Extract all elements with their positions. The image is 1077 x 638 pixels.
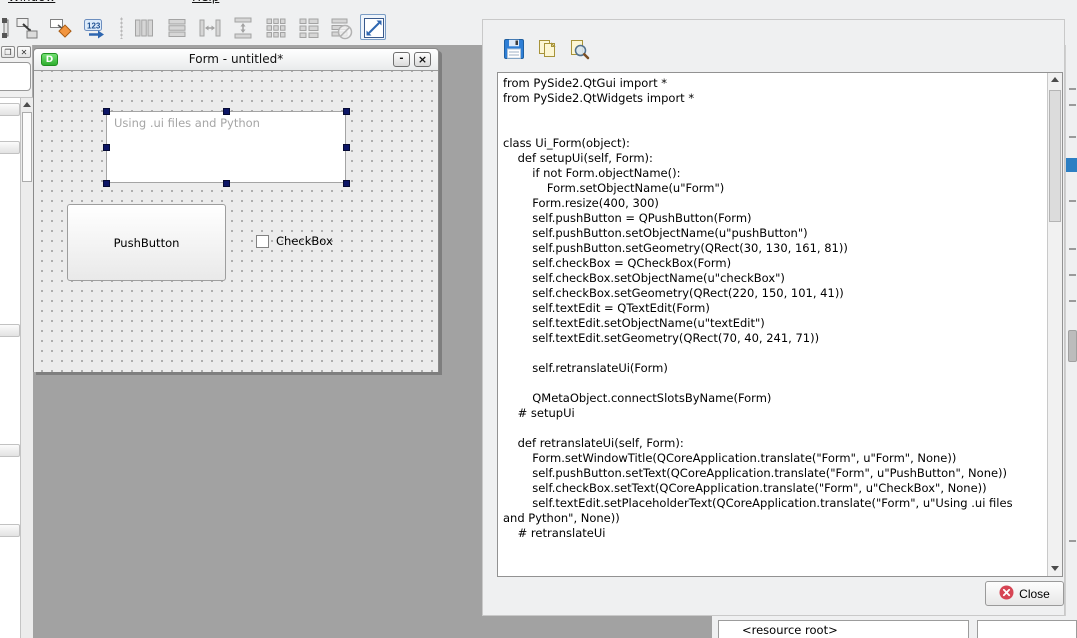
edit-buddies-icon <box>49 16 71 40</box>
scroll-up-icon <box>23 102 31 107</box>
form-window-title: Form - untitled* <box>34 52 438 66</box>
form-minimize-button[interactable]: - <box>393 52 410 67</box>
layout-horizontal-button[interactable] <box>130 14 156 40</box>
widget-category-header[interactable] <box>0 324 20 337</box>
scroll-up-button[interactable] <box>1048 73 1062 87</box>
adjust-size-button[interactable] <box>360 14 386 40</box>
resource-tree: <resource root> <box>718 620 969 638</box>
selection-handle-top-right[interactable] <box>343 108 350 115</box>
selection-handle-top-middle[interactable] <box>223 108 230 115</box>
edit-buddies-button[interactable] <box>47 14 73 40</box>
scrollbar-thumb[interactable] <box>22 112 32 182</box>
code-scrollbar-thumb[interactable] <box>1049 90 1061 222</box>
code-view[interactable]: from PySide2.QtGui import * from PySide2… <box>497 72 1063 577</box>
resource-detail-pane <box>977 620 1077 638</box>
textedit-widget[interactable]: Using .ui files and Python <box>106 111 346 183</box>
copy-button[interactable] <box>533 35 560 62</box>
widget-box-float-button[interactable]: ❐ <box>1 46 15 58</box>
edit-widgets-button[interactable] <box>0 14 10 40</box>
layout-vertical-icon <box>165 16 187 40</box>
scroll-down-icon <box>1051 566 1059 571</box>
edit-signals-slots-icon <box>15 16 37 40</box>
find-button[interactable] <box>565 35 592 62</box>
tree-branch-mark <box>1069 274 1076 276</box>
selection-handle-bottom-middle[interactable] <box>223 180 230 187</box>
selected-row-highlight[interactable] <box>1066 158 1077 172</box>
layout-form-icon <box>297 16 319 40</box>
edit-tab-order-button[interactable]: 123 <box>81 14 107 40</box>
tree-branch-mark <box>1069 88 1076 90</box>
selection-handle-bottom-right[interactable] <box>343 180 350 187</box>
tree-branch-mark <box>1069 540 1076 542</box>
close-button-label: Close <box>1019 587 1050 601</box>
code-scrollbar[interactable] <box>1047 73 1062 576</box>
adjust-size-icon <box>362 16 384 40</box>
form-window: D Form - untitled* - × Using .ui files a… <box>33 48 439 372</box>
copy-icon <box>535 49 559 64</box>
selection-handle-top-left[interactable] <box>103 108 110 115</box>
layout-vertical-button[interactable] <box>163 14 189 40</box>
tree-branch-mark <box>1069 300 1076 302</box>
save-icon <box>502 49 526 64</box>
right-dock-strip <box>1065 45 1077 616</box>
layout-splitter-vertical-icon <box>231 16 253 40</box>
tree-branch-mark <box>1069 104 1076 106</box>
edit-widgets-icon <box>0 16 8 40</box>
resource-root-item[interactable]: <resource root> <box>719 621 968 637</box>
code-preview-dialog: from PySide2.QtGui import * from PySide2… <box>482 19 1065 616</box>
selection-handle-middle-left[interactable] <box>103 144 110 151</box>
menu-window[interactable]: Window <box>8 0 55 4</box>
layout-grid-button[interactable] <box>262 14 288 40</box>
tree-branch-mark <box>1069 200 1076 202</box>
right-scrollbar-thumb[interactable] <box>1068 330 1077 362</box>
qt-designer-window: Window Help 123 <box>0 0 1077 638</box>
resource-browser-panel: <resource root> <box>712 616 1077 638</box>
widget-category-header[interactable] <box>0 524 20 537</box>
widget-category-header[interactable] <box>0 141 20 154</box>
checkbox-indicator[interactable] <box>256 235 269 248</box>
layout-splitter-horizontal-button[interactable] <box>196 14 222 40</box>
widget-box-scrollbar[interactable] <box>20 98 33 638</box>
svg-text:123: 123 <box>87 22 101 31</box>
tree-branch-mark <box>1069 136 1076 138</box>
widget-category-header[interactable] <box>0 103 20 116</box>
pushbutton-widget[interactable]: PushButton <box>67 204 226 281</box>
form-close-button[interactable]: × <box>414 52 431 67</box>
textedit-placeholder: Using .ui files and Python <box>114 116 260 130</box>
layout-splitter-horizontal-icon <box>198 16 220 40</box>
tree-branch-mark <box>1069 248 1076 250</box>
form-canvas[interactable]: Using .ui files and Python PushButton Ch… <box>34 71 438 372</box>
close-button-icon <box>999 585 1014 603</box>
layout-splitter-vertical-button[interactable] <box>229 14 255 40</box>
selection-handle-bottom-left[interactable] <box>103 180 110 187</box>
code-text: from PySide2.QtGui import * from PySide2… <box>503 76 1045 541</box>
edit-tab-order-icon: 123 <box>83 16 105 40</box>
widget-filter-input[interactable] <box>0 62 31 91</box>
selection-handle-middle-right[interactable] <box>343 144 350 151</box>
layout-horizontal-icon <box>132 16 154 40</box>
form-window-titlebar[interactable]: D Form - untitled* - × <box>34 49 438 71</box>
break-layout-button[interactable] <box>327 14 353 40</box>
widget-category-header[interactable] <box>0 444 20 457</box>
widget-box-close-button[interactable]: ✕ <box>17 46 31 58</box>
edit-signals-slots-button[interactable] <box>13 14 39 40</box>
toolbar-separator <box>120 17 123 39</box>
menu-help[interactable]: Help <box>192 0 219 4</box>
break-layout-icon <box>329 16 351 40</box>
widget-box-panel: ❐ ✕ <box>0 45 33 638</box>
layout-form-button[interactable] <box>295 14 321 40</box>
scroll-up-icon <box>1051 77 1059 82</box>
close-button[interactable]: Close <box>985 581 1064 606</box>
layout-grid-icon <box>264 16 286 40</box>
scroll-down-button[interactable] <box>1048 562 1062 576</box>
widget-box-list[interactable] <box>0 97 33 638</box>
checkbox-widget[interactable]: CheckBox <box>276 234 333 248</box>
save-button[interactable] <box>500 35 527 62</box>
find-icon <box>567 49 591 64</box>
